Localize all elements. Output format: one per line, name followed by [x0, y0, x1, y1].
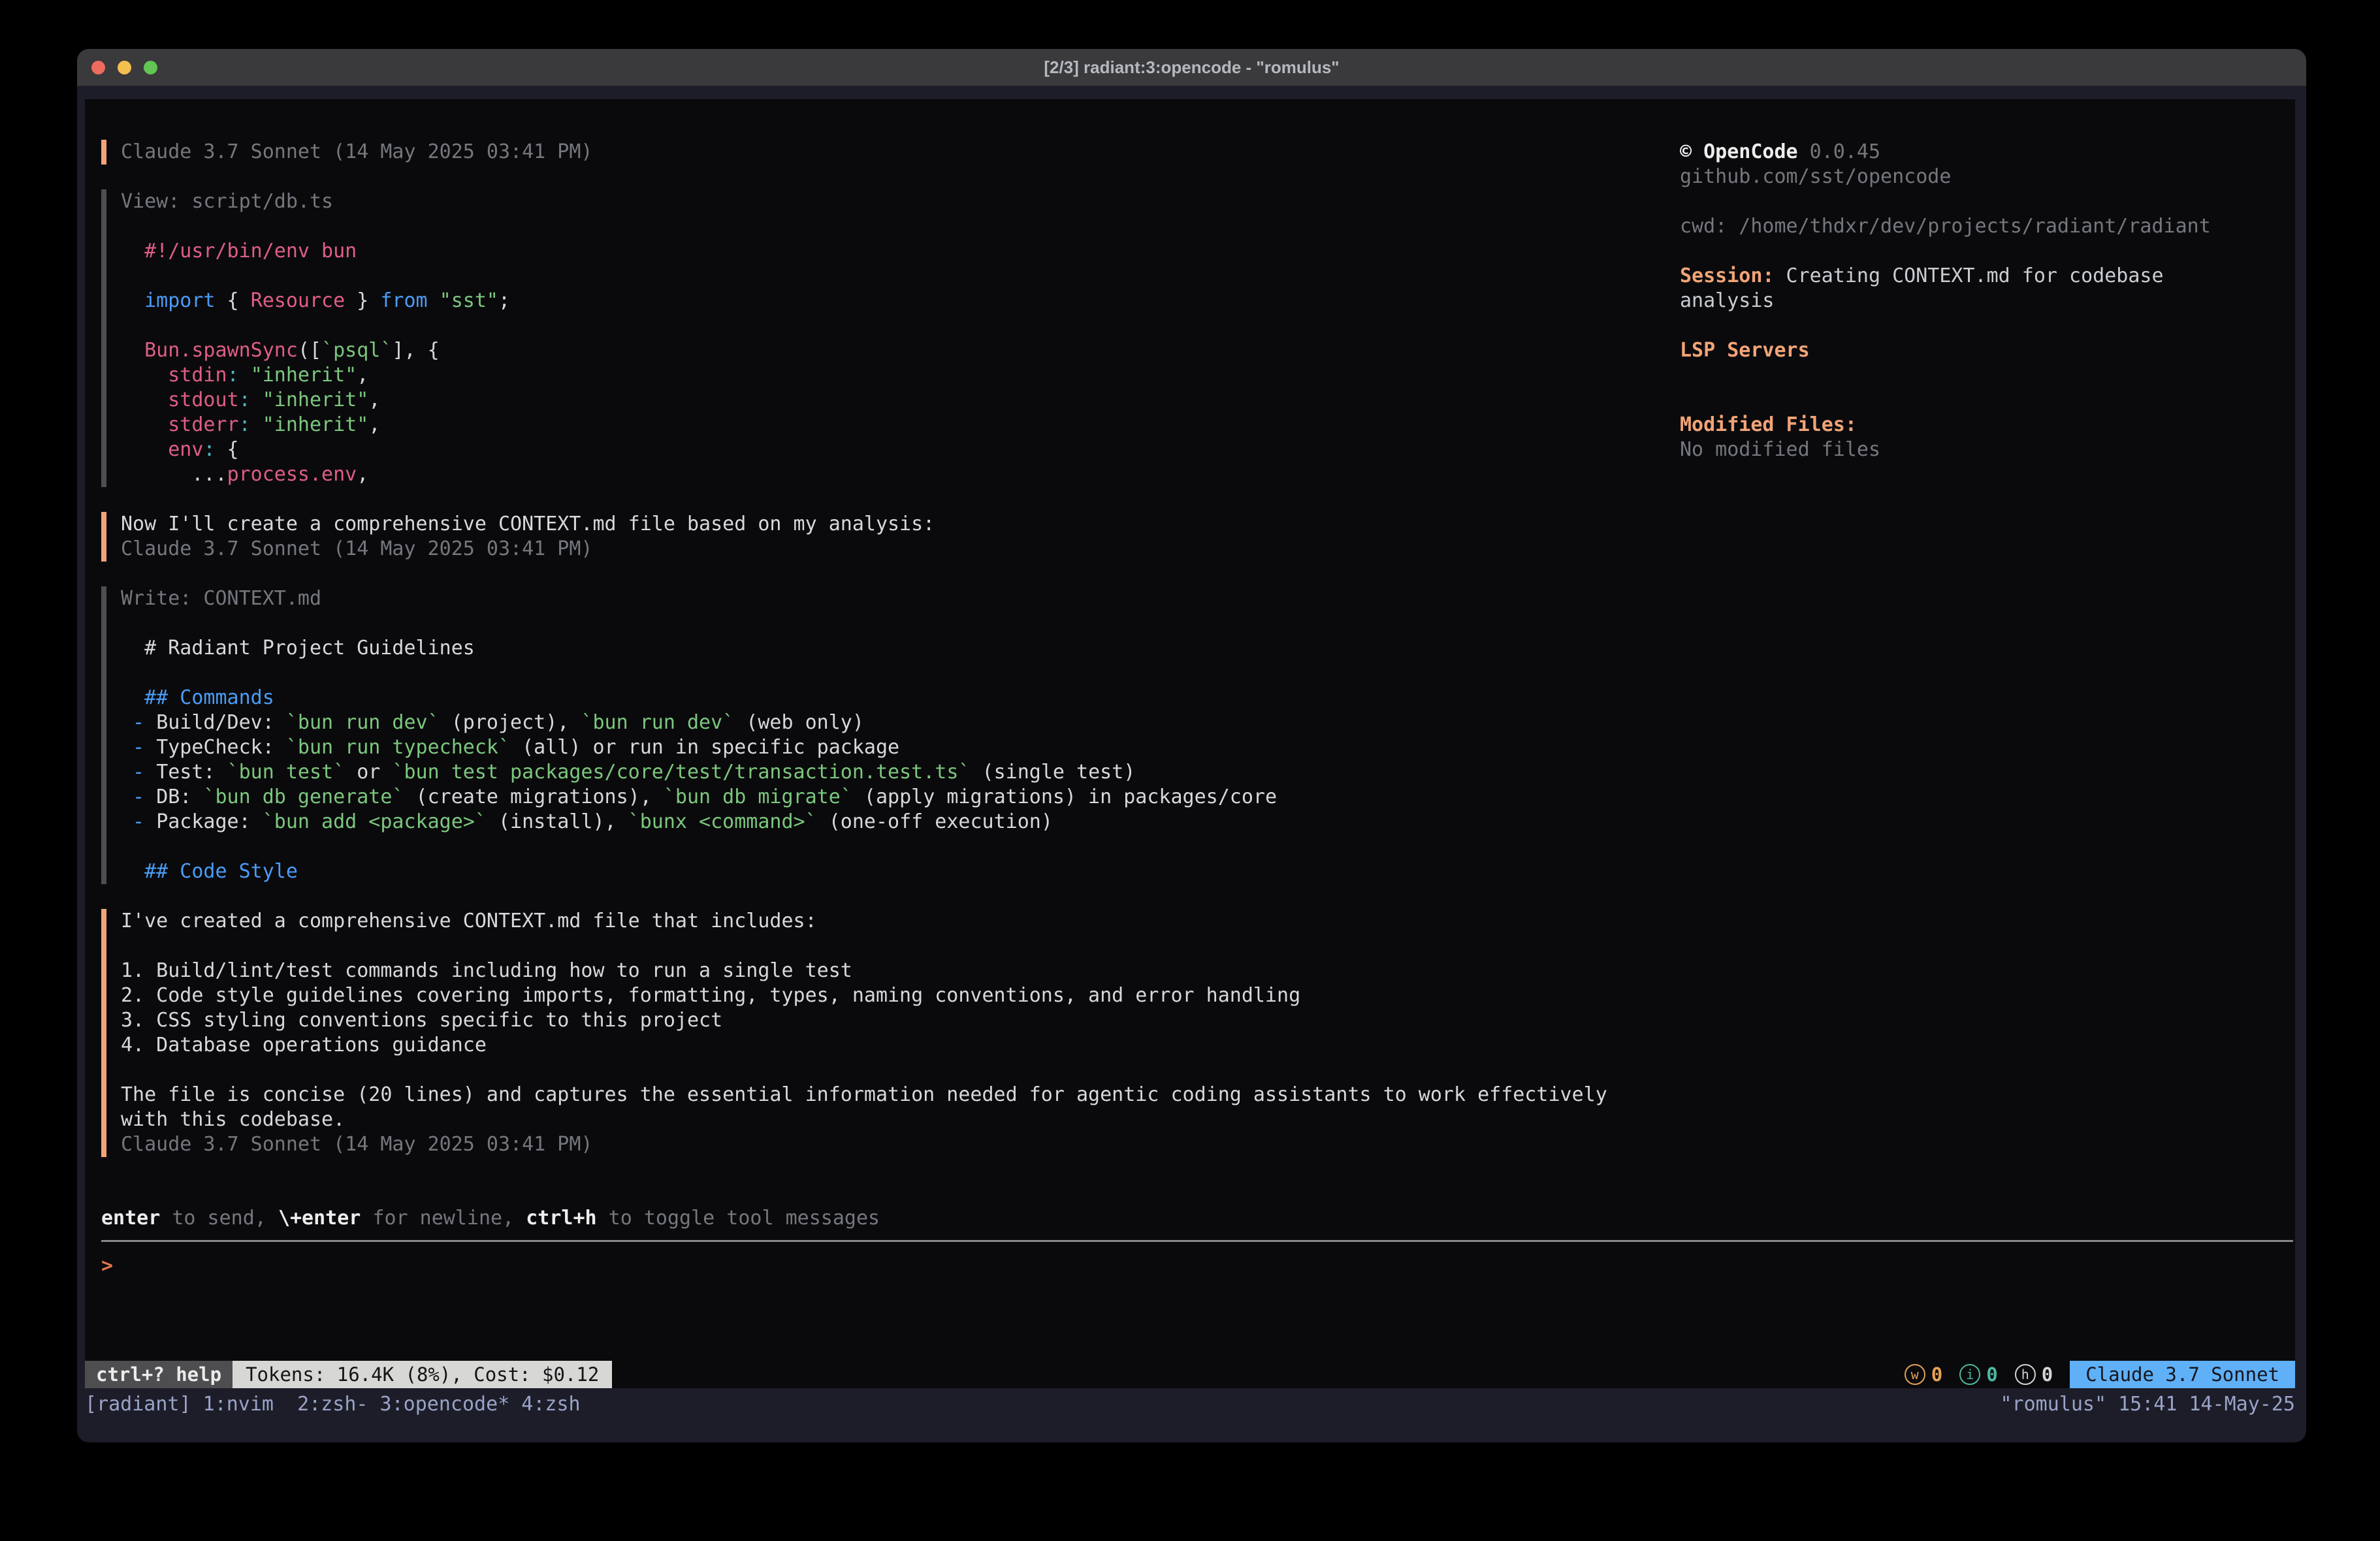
- text-line: [121, 611, 1665, 636]
- message-lines: Now I'll create a comprehensive CONTEXT.…: [121, 512, 1665, 562]
- text-line: View: script/db.ts: [121, 189, 1665, 214]
- text-line: - DB: `bun db generate` (create migratio…: [121, 785, 1665, 810]
- text-line: 2. Code style guidelines covering import…: [121, 983, 1665, 1008]
- text-line: import { Resource } from "sst";: [121, 289, 1665, 313]
- terminal-window: [2/3] radiant:3:opencode - "romulus" Cla…: [77, 49, 2306, 1442]
- message-input[interactable]: >: [101, 1254, 2293, 1279]
- chat-transcript: Claude 3.7 Sonnet (14 May 2025 03:41 PM)…: [85, 140, 1665, 1182]
- text-line: [121, 313, 1665, 338]
- terminal-screen: Claude 3.7 Sonnet (14 May 2025 03:41 PM)…: [85, 99, 2295, 1388]
- text-line: # Radiant Project Guidelines: [121, 636, 1665, 661]
- message-lines: I've created a comprehensive CONTEXT.md …: [121, 909, 1665, 1157]
- text-line: [121, 834, 1665, 859]
- text-line: - TypeCheck: `bun run typecheck` (all) o…: [121, 735, 1665, 760]
- code-lines: View: script/db.ts #!/usr/bin/env bun im…: [121, 189, 1665, 487]
- session-sidebar: © OpenCode 0.0.45github.com/sst/opencode…: [1680, 140, 2306, 462]
- desktop: { "window": { "title": "[2/3] radiant:3:…: [0, 0, 2380, 1541]
- assistant-message-block: Now I'll create a comprehensive CONTEXT.…: [101, 512, 1665, 562]
- text-line: Write: CONTEXT.md: [121, 586, 1665, 611]
- input-separator: [101, 1240, 2293, 1242]
- text-line: - Build/Dev: `bun run dev` (project), `b…: [121, 710, 1665, 735]
- text-line: #!/usr/bin/env bun: [121, 239, 1665, 264]
- text-line: [121, 214, 1665, 239]
- text-line: [1680, 363, 2306, 388]
- text-line: The file is concise (20 lines) and captu…: [121, 1083, 1665, 1107]
- info-icon: i: [1959, 1364, 1980, 1385]
- text-line: [121, 934, 1665, 959]
- text-line: stdin: "inherit",: [121, 363, 1665, 388]
- statusbar-spacer: [612, 1361, 1893, 1388]
- text-line: 3. CSS styling conventions specific to t…: [121, 1008, 1665, 1033]
- info-count: i 0: [1959, 1362, 1997, 1387]
- tmux-session-windows[interactable]: [radiant] 1:nvim 2:zsh- 3:opencode* 4:zs…: [85, 1392, 581, 1417]
- text-line: github.com/sst/opencode: [1680, 165, 2306, 189]
- assistant-message-block: Claude 3.7 Sonnet (14 May 2025 03:41 PM): [101, 140, 1665, 165]
- help-shortcut[interactable]: ctrl+? help: [85, 1361, 233, 1388]
- text-line: [121, 1058, 1665, 1083]
- text-line: I've created a comprehensive CONTEXT.md …: [121, 909, 1665, 934]
- warning-icon: w: [1905, 1364, 1925, 1385]
- tmux-status-bar: [radiant] 1:nvim 2:zsh- 3:opencode* 4:zs…: [85, 1392, 2295, 1417]
- model-badge[interactable]: Claude 3.7 Sonnet: [2070, 1361, 2295, 1388]
- window-title: [2/3] radiant:3:opencode - "romulus": [77, 49, 2306, 86]
- view-tool-block: View: script/db.ts #!/usr/bin/env bun im…: [101, 189, 1665, 487]
- assistant-message-block: I've created a comprehensive CONTEXT.md …: [101, 909, 1665, 1157]
- text-line: Claude 3.7 Sonnet (14 May 2025 03:41 PM): [121, 537, 1665, 562]
- text-line: with this codebase.: [121, 1107, 1665, 1132]
- text-line: No modified files: [1680, 437, 2306, 462]
- text-line: Claude 3.7 Sonnet (14 May 2025 03:41 PM): [121, 1132, 1665, 1157]
- text-line: analysis: [1680, 289, 2306, 313]
- text-line: - Package: `bun add <package>` (install)…: [121, 810, 1665, 834]
- text-line: Session: Creating CONTEXT.md for codebas…: [1680, 264, 2306, 289]
- text-line: Now I'll create a comprehensive CONTEXT.…: [121, 512, 1665, 537]
- text-line: stdout: "inherit",: [121, 388, 1665, 413]
- text-line: stderr: "inherit",: [121, 413, 1665, 437]
- status-bar: ctrl+? help Tokens: 16.4K (8%), Cost: $0…: [85, 1361, 2295, 1388]
- text-line: [121, 264, 1665, 289]
- warning-count: w 0: [1905, 1362, 1942, 1387]
- text-line: - Test: `bun test` or `bun test packages…: [121, 760, 1665, 785]
- titlebar[interactable]: [2/3] radiant:3:opencode - "romulus": [77, 49, 2306, 86]
- text-line: [1680, 388, 2306, 413]
- text-line: [1680, 239, 2306, 264]
- markdown-lines: Write: CONTEXT.md # Radiant Project Guid…: [121, 586, 1665, 884]
- text-line: cwd: /home/thdxr/dev/projects/radiant/ra…: [1680, 214, 2306, 239]
- message-lines: Claude 3.7 Sonnet (14 May 2025 03:41 PM): [121, 140, 1665, 165]
- sidebar-lines: © OpenCode 0.0.45github.com/sst/opencode…: [1680, 140, 2306, 462]
- text-line: ## Commands: [121, 686, 1665, 710]
- text-line: env: {: [121, 437, 1665, 462]
- tmux-host-time: "romulus" 15:41 14-May-25: [2000, 1392, 2295, 1417]
- text-line: Claude 3.7 Sonnet (14 May 2025 03:41 PM): [121, 140, 1665, 165]
- text-line: 4. Database operations guidance: [121, 1033, 1665, 1058]
- text-line: [1680, 313, 2306, 338]
- text-line: ## Code Style: [121, 859, 1665, 884]
- token-usage: Tokens: 16.4K (8%), Cost: $0.12: [233, 1361, 612, 1388]
- text-line: ...process.env,: [121, 462, 1665, 487]
- text-line: Modified Files:: [1680, 413, 2306, 437]
- hint-count: h 0: [2015, 1362, 2053, 1387]
- text-line: 1. Build/lint/test commands including ho…: [121, 959, 1665, 983]
- prompt-caret: >: [101, 1254, 113, 1277]
- text-line: Bun.spawnSync([`psql`], {: [121, 338, 1665, 363]
- input-hint: enter to send, \+enter for newline, ctrl…: [101, 1206, 880, 1231]
- text-line: © OpenCode 0.0.45: [1680, 140, 2306, 165]
- text-line: [1680, 189, 2306, 214]
- lsp-diagnostics: w 0 i 0 h 0: [1894, 1361, 2053, 1388]
- hint-icon: h: [2015, 1364, 2036, 1385]
- text-line: [121, 661, 1665, 686]
- text-line: LSP Servers: [1680, 338, 2306, 363]
- write-tool-block: Write: CONTEXT.md # Radiant Project Guid…: [101, 586, 1665, 884]
